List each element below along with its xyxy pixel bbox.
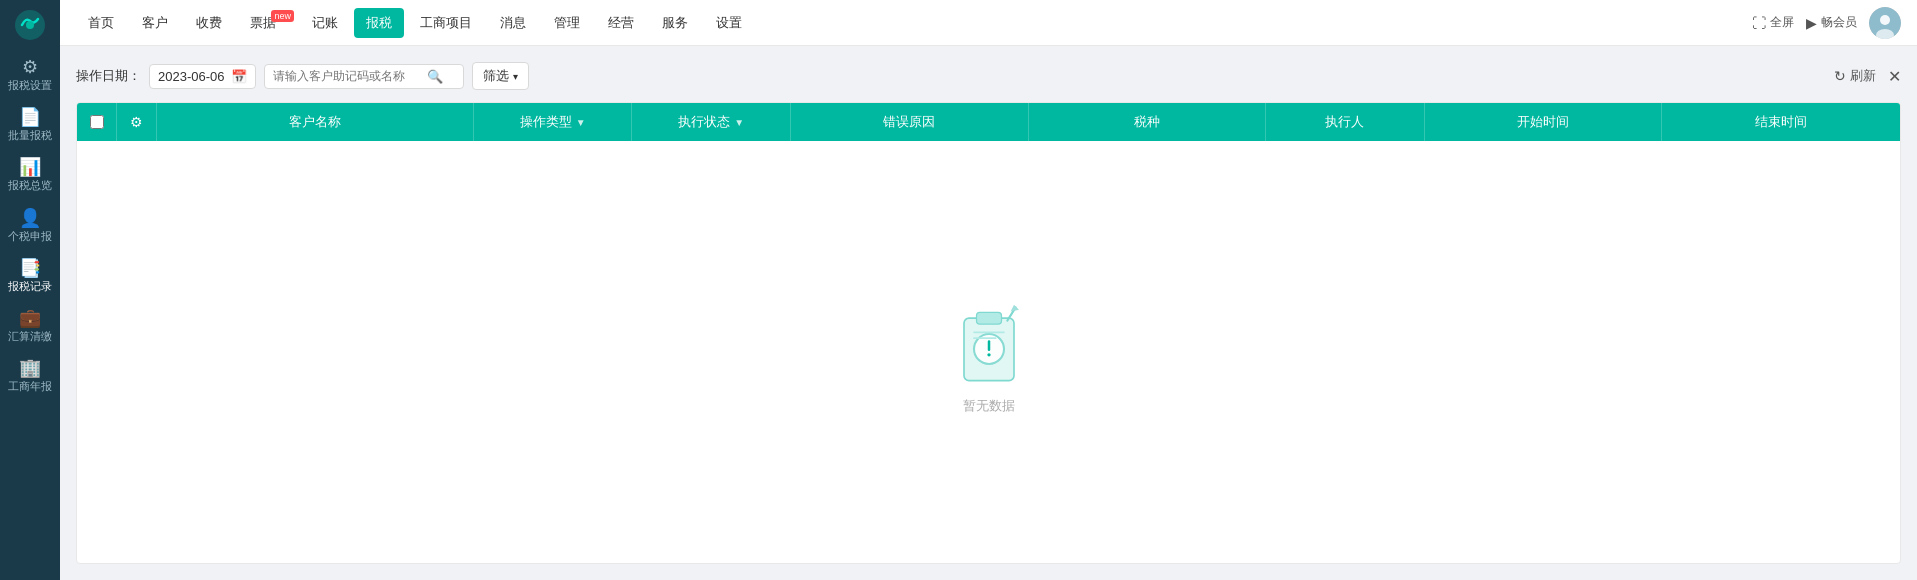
empty-illustration xyxy=(939,289,1039,389)
table-header: ⚙ 客户名称 操作类型 ▼ 执行状态 ▼ 错误原因 税种 xyxy=(77,103,1900,141)
chevron-down-icon: ▾ xyxy=(513,71,518,82)
new-badge: new xyxy=(271,10,294,23)
th-start-time: 开始时间 xyxy=(1425,103,1663,141)
close-button[interactable]: ✕ xyxy=(1888,67,1901,86)
svg-point-9 xyxy=(987,353,990,356)
sidebar-item-label: 批量报税 xyxy=(8,129,52,142)
fullscreen-label: 全屏 xyxy=(1770,14,1794,31)
sidebar-item-label: 报税总览 xyxy=(8,179,52,192)
empty-text: 暂无数据 xyxy=(963,397,1015,415)
nav-homepage[interactable]: 首页 xyxy=(76,8,126,38)
date-value: 2023-06-06 xyxy=(158,69,225,84)
filter-icon: ▼ xyxy=(734,117,744,128)
search-icon: 🔍 xyxy=(427,69,443,84)
sidebar-item-label: 工商年报 xyxy=(8,380,52,393)
sidebar-item-baoshui-shezhi[interactable]: ⚙ 报税设置 xyxy=(0,50,60,100)
nav-customer[interactable]: 客户 xyxy=(130,8,180,38)
filter-button[interactable]: 筛选 ▾ xyxy=(472,62,529,90)
th-end-time: 结束时间 xyxy=(1662,103,1900,141)
search-input[interactable] xyxy=(273,69,423,83)
nav-baoshui[interactable]: 报税 xyxy=(354,8,404,38)
geshui-shenbao-icon: 👤 xyxy=(19,209,41,227)
page-content: 操作日期： 2023-06-06 📅 🔍 筛选 ▾ ↻ 刷新 ✕ xyxy=(60,46,1917,580)
vip-btn[interactable]: ▶ 畅会员 xyxy=(1806,14,1857,31)
nav-shoufei[interactable]: 收费 xyxy=(184,8,234,38)
th-settings[interactable]: ⚙ xyxy=(117,103,157,141)
nav-fuwu[interactable]: 服务 xyxy=(650,8,700,38)
th-customer-name: 客户名称 xyxy=(157,103,474,141)
nav-guanli[interactable]: 管理 xyxy=(542,8,592,38)
sidebar-item-baoshui-jilu[interactable]: 📑 报税记录 xyxy=(0,251,60,301)
date-picker[interactable]: 2023-06-06 📅 xyxy=(149,64,256,89)
svg-marker-11 xyxy=(1010,305,1018,312)
table-body: 暂无数据 xyxy=(77,141,1900,563)
sidebar-item-gongshang-nianbao[interactable]: 🏢 工商年报 xyxy=(0,351,60,401)
huisuan-jiaona-icon: 💼 xyxy=(19,309,41,327)
th-checkbox[interactable] xyxy=(77,103,117,141)
sidebar-item-label: 报税记录 xyxy=(8,280,52,293)
gongshang-nianbao-icon: 🏢 xyxy=(19,359,41,377)
settings-icon: ⚙ xyxy=(130,114,143,130)
th-error-reason: 错误原因 xyxy=(791,103,1029,141)
vip-label: 畅会员 xyxy=(1821,14,1857,31)
empty-state: 暂无数据 xyxy=(939,289,1039,415)
nav-jizhang[interactable]: 记账 xyxy=(300,8,350,38)
search-wrap: 🔍 xyxy=(264,64,464,89)
nav-gongshang-xiangmu[interactable]: 工商项目 xyxy=(408,8,484,38)
fullscreen-btn[interactable]: ⛶ 全屏 xyxy=(1752,14,1794,31)
select-all-checkbox[interactable] xyxy=(90,115,104,129)
sidebar-item-label: 报税设置 xyxy=(8,79,52,92)
sidebar-item-label: 汇算清缴 xyxy=(8,330,52,343)
nav-items: 首页 客户 收费 票据 new 记账 报税 工商项目 消息 管理 经营 服务 设… xyxy=(76,8,1752,38)
toolbar-right: ↻ 刷新 ✕ xyxy=(1834,67,1901,86)
topnav-right: ⛶ 全屏 ▶ 畅会员 xyxy=(1752,7,1901,39)
filter-label: 筛选 xyxy=(483,67,509,85)
top-navigation: 首页 客户 收费 票据 new 记账 报税 工商项目 消息 管理 经营 服务 设… xyxy=(60,0,1917,46)
date-label: 操作日期： xyxy=(76,67,141,85)
sidebar-item-label: 个税申报 xyxy=(8,230,52,243)
th-operation-type: 操作类型 ▼ xyxy=(474,103,632,141)
refresh-label: 刷新 xyxy=(1850,67,1876,85)
filter-icon: ▼ xyxy=(576,117,586,128)
piliang-baoshui-icon: 📄 xyxy=(19,108,41,126)
th-executor: 执行人 xyxy=(1266,103,1424,141)
sidebar-item-huisuan-jiaona[interactable]: 💼 汇算清缴 xyxy=(0,301,60,351)
baoshui-jilu-icon: 📑 xyxy=(19,259,41,277)
nav-xiaoxi[interactable]: 消息 xyxy=(488,8,538,38)
th-tax-type: 税种 xyxy=(1029,103,1267,141)
close-icon: ✕ xyxy=(1888,68,1901,85)
user-avatar[interactable] xyxy=(1869,7,1901,39)
refresh-icon: ↻ xyxy=(1834,68,1846,84)
toolbar: 操作日期： 2023-06-06 📅 🔍 筛选 ▾ ↻ 刷新 ✕ xyxy=(76,62,1901,90)
data-table: ⚙ 客户名称 操作类型 ▼ 执行状态 ▼ 错误原因 税种 xyxy=(76,102,1901,564)
sidebar-item-piliang-baoshui[interactable]: 📄 批量报税 xyxy=(0,100,60,150)
nav-jingying[interactable]: 经营 xyxy=(596,8,646,38)
sidebar: ⚙ 报税设置 📄 批量报税 📊 报税总览 👤 个税申报 📑 报税记录 💼 汇算清… xyxy=(0,0,60,580)
baoshui-shezhi-icon: ⚙ xyxy=(22,58,38,76)
main-area: 首页 客户 收费 票据 new 记账 报税 工商项目 消息 管理 经营 服务 设… xyxy=(60,0,1917,580)
sidebar-item-baoshui-zonlan[interactable]: 📊 报税总览 xyxy=(0,150,60,200)
sidebar-item-geshui-shenbao[interactable]: 👤 个税申报 xyxy=(0,201,60,251)
svg-point-1 xyxy=(26,21,34,29)
th-exec-status: 执行状态 ▼ xyxy=(632,103,790,141)
nav-piaoju[interactable]: 票据 new xyxy=(238,8,296,38)
svg-point-3 xyxy=(1880,15,1890,25)
fullscreen-icon: ⛶ xyxy=(1752,15,1766,31)
sidebar-logo xyxy=(0,0,60,50)
calendar-icon: 📅 xyxy=(231,69,247,84)
nav-shezhi[interactable]: 设置 xyxy=(704,8,754,38)
svg-rect-6 xyxy=(976,312,1001,324)
vip-icon: ▶ xyxy=(1806,15,1817,31)
baoshui-zonlan-icon: 📊 xyxy=(19,158,41,176)
refresh-button[interactable]: ↻ 刷新 xyxy=(1834,67,1876,85)
